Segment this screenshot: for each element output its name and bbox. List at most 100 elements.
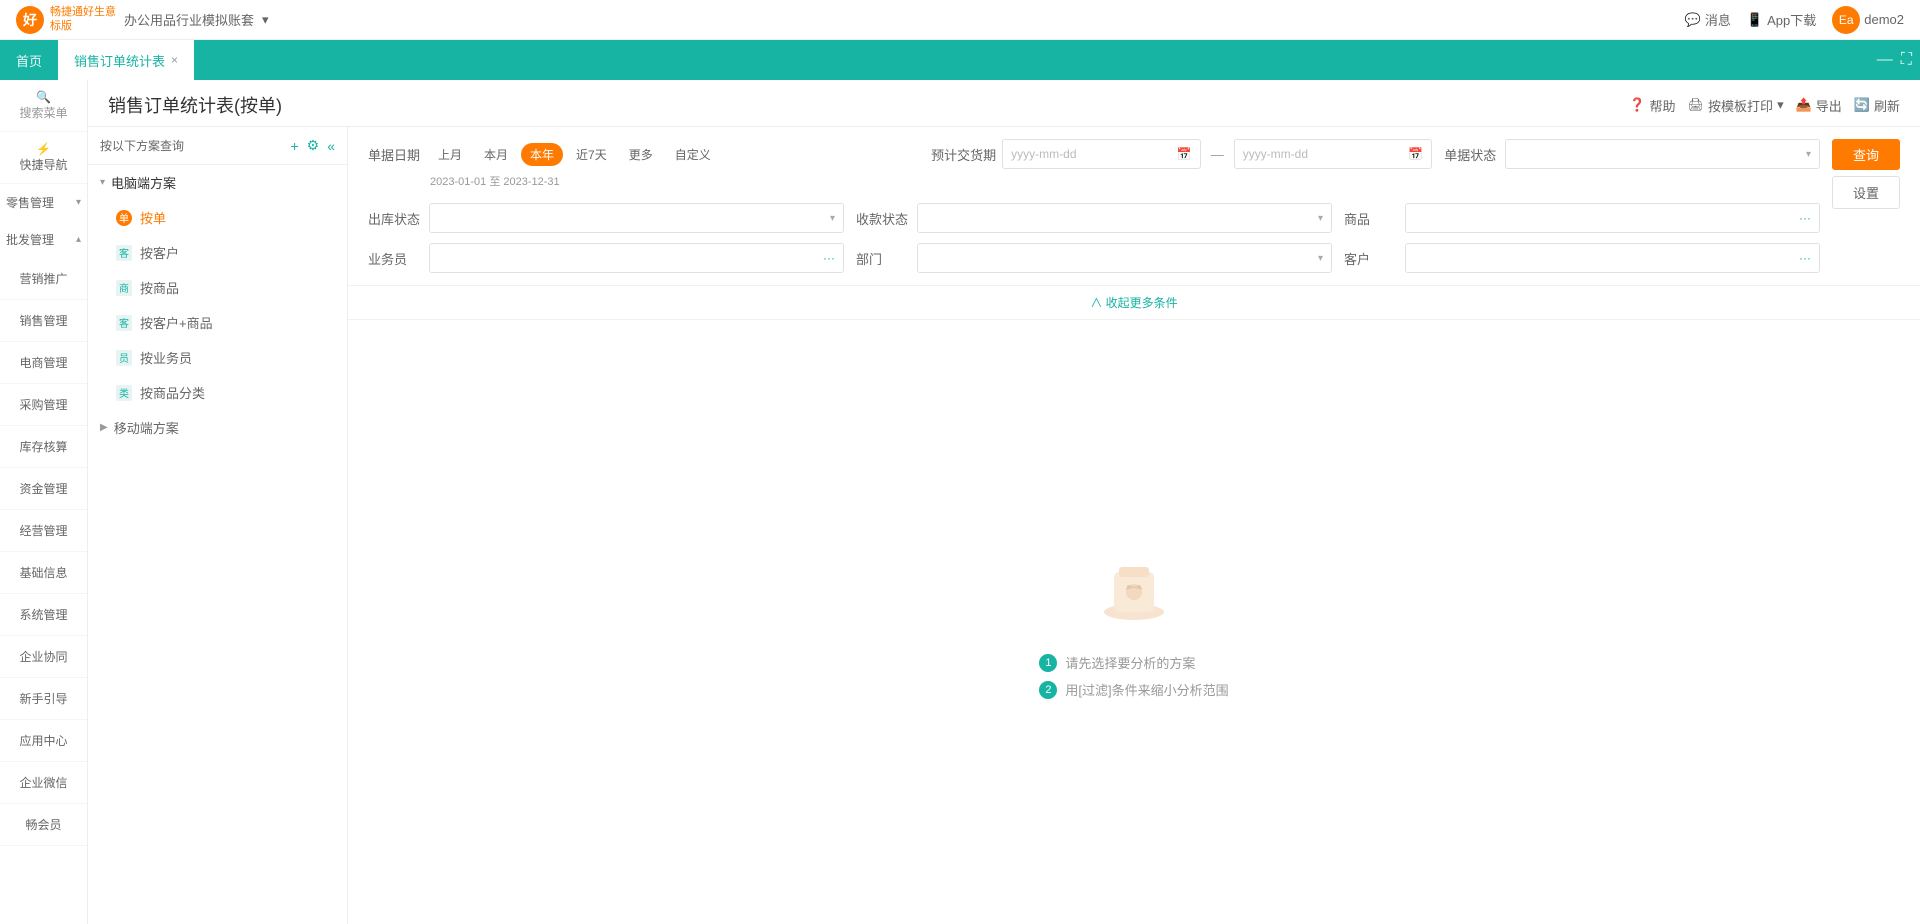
sidebar-item-membership[interactable]: 畅会员: [0, 804, 87, 846]
dots-icon3[interactable]: ···: [1799, 251, 1811, 265]
nav-icon: ⚡: [0, 142, 87, 156]
sidebar-item-ecommerce[interactable]: 电商管理: [0, 342, 87, 384]
query-button[interactable]: 查询: [1832, 139, 1900, 170]
scheme-panel: 按以下方案查询 + ⚙ « ▾ 电脑端方案 单 按单: [88, 127, 348, 924]
date-label: 单据日期: [368, 145, 423, 164]
empty-tips: 1 请先选择要分析的方案 2 用[过滤]条件来缩小分析范围: [1039, 653, 1228, 707]
tabbar-maximize-button[interactable]: ⛶: [1901, 51, 1912, 69]
sidebar-item-sales[interactable]: 销售管理: [0, 300, 87, 342]
export-button[interactable]: 📤 导出: [1796, 96, 1842, 115]
date-btn-last-month[interactable]: 上月: [429, 143, 471, 166]
page-actions: ❓ 帮助 🖨 按模板打印 ▾ 📤 导出 🔄 刷新: [1629, 96, 1900, 115]
scheme-icon-cat: 类: [116, 385, 132, 401]
sidebar-item-wechat[interactable]: 企业微信: [0, 762, 87, 804]
app-download-button[interactable]: 📱 App下载: [1747, 10, 1816, 29]
scheme-panel-title: 按以下方案查询: [100, 137, 184, 154]
sidebar-item-corp[interactable]: 企业协同: [0, 636, 87, 678]
salesperson-label: 业务员: [368, 249, 423, 268]
help-button[interactable]: ❓ 帮助: [1629, 96, 1675, 115]
message-icon: 💬: [1685, 12, 1701, 28]
sidebar-item-basic[interactable]: 基础信息: [0, 552, 87, 594]
date-btn-last-7[interactable]: 近7天: [567, 143, 616, 166]
date-btn-this-month[interactable]: 本月: [475, 143, 517, 166]
scheme-settings-button[interactable]: ⚙: [307, 137, 320, 154]
search-icon: 🔍: [0, 90, 87, 104]
topbar-title: 办公用品行业模拟账套: [124, 10, 254, 29]
scheme-icon-order: 单: [116, 210, 132, 226]
dots-icon[interactable]: ···: [1799, 211, 1811, 225]
delivery-label: 预计交货期: [931, 145, 996, 164]
scheme-mobile-section[interactable]: ▶ 移动端方案: [88, 410, 347, 445]
action-buttons: 查询 设置: [1832, 139, 1900, 209]
sidebar-item-wholesale[interactable]: 批发管理 ▴: [0, 221, 87, 258]
topbar-right: 💬 消息 📱 App下载 Ea demo2: [1685, 6, 1904, 34]
settings-button[interactable]: 设置: [1832, 176, 1900, 209]
product-input[interactable]: ···: [1405, 203, 1820, 233]
scheme-item-by-category[interactable]: 类 按商品分类: [88, 375, 347, 410]
sidebar-item-system[interactable]: 系统管理: [0, 594, 87, 636]
salesperson-input[interactable]: ···: [429, 243, 844, 273]
dots-icon2[interactable]: ···: [823, 251, 835, 265]
query-panel: 单据日期 上月 本月 本年 近7天 更多 自定义: [348, 127, 1920, 924]
content-area: 销售订单统计表(按单) ❓ 帮助 🖨 按模板打印 ▾ 📤 导出 🔄 刷新: [88, 80, 1920, 924]
product-label: 商品: [1344, 209, 1399, 228]
outbound-label: 出库状态: [368, 209, 423, 228]
scheme-icon-cust-prod: 客: [116, 315, 132, 331]
tabbar-minimize-button[interactable]: —: [1877, 51, 1893, 69]
department-label: 部门: [856, 249, 911, 268]
user-menu[interactable]: Ea demo2: [1832, 6, 1904, 34]
sidebar-nav-quick[interactable]: ⚡ 快捷导航: [0, 132, 87, 184]
scheme-icon-product: 商: [116, 280, 132, 296]
refresh-button[interactable]: 🔄 刷新: [1854, 96, 1900, 115]
scheme-item-by-product[interactable]: 商 按商品: [88, 270, 347, 305]
sidebar-item-retail[interactable]: 零售管理 ▾: [0, 184, 87, 221]
refresh-icon: 🔄: [1854, 97, 1870, 113]
tab-home[interactable]: 首页: [0, 40, 58, 80]
scheme-add-button[interactable]: +: [290, 138, 298, 154]
scheme-panel-actions: + ⚙ «: [290, 137, 335, 154]
date-btn-custom[interactable]: 自定义: [666, 143, 720, 166]
filter-row-1: 单据日期 上月 本月 本年 近7天 更多 自定义: [368, 139, 1820, 169]
sidebar-item-purchase[interactable]: 采购管理: [0, 384, 87, 426]
chevron-down-icon: ▾: [1318, 253, 1323, 264]
filter-section-inner: 单据日期 上月 本月 本年 近7天 更多 自定义: [368, 139, 1900, 273]
scheme-item-by-customer[interactable]: 客 按客户: [88, 235, 347, 270]
sidebar-item-operations[interactable]: 经营管理: [0, 510, 87, 552]
export-icon: 📤: [1796, 97, 1812, 113]
customer-input[interactable]: ···: [1405, 243, 1820, 273]
empty-tip-1: 1 请先选择要分析的方案: [1039, 653, 1228, 672]
scheme-desktop-group-header[interactable]: ▾ 电脑端方案: [88, 165, 347, 200]
scheme-item-by-order[interactable]: 单 按单: [88, 200, 347, 235]
scheme-collapse-button[interactable]: «: [327, 138, 335, 154]
sidebar-item-newbie[interactable]: 新手引导: [0, 678, 87, 720]
topbar-dropdown-icon[interactable]: ▾: [262, 12, 269, 28]
empty-tip-2: 2 用[过滤]条件来缩小分析范围: [1039, 680, 1228, 699]
date-btn-this-year[interactable]: 本年: [521, 143, 563, 166]
tab-active[interactable]: 销售订单统计表 ×: [58, 40, 194, 80]
help-icon: ❓: [1629, 97, 1645, 113]
date-range-display: 2023-01-01 至 2023-12-31: [368, 173, 1820, 189]
department-select[interactable]: ▾: [917, 243, 1332, 273]
print-dropdown-icon: ▾: [1777, 97, 1784, 113]
empty-illustration: [1084, 537, 1184, 637]
collapse-bar[interactable]: ∧ 收起更多条件: [348, 286, 1920, 320]
scheme-item-by-customer-product[interactable]: 客 按客户+商品: [88, 305, 347, 340]
status-select[interactable]: ▾: [1505, 139, 1820, 169]
scheme-item-by-salesperson[interactable]: 员 按业务员: [88, 340, 347, 375]
sidebar-item-inventory[interactable]: 库存核算: [0, 426, 87, 468]
sidebar-item-marketing[interactable]: 营销推广: [0, 258, 87, 300]
chevron-down-icon: ▾: [830, 213, 835, 224]
sidebar-item-finance[interactable]: 资金管理: [0, 468, 87, 510]
date-btn-more[interactable]: 更多: [620, 143, 662, 166]
outbound-select[interactable]: ▾: [429, 203, 844, 233]
filter-item-date: 单据日期 上月 本月 本年 近7天 更多 自定义: [368, 143, 919, 166]
delivery-date-end[interactable]: yyyy-mm-dd 📅: [1234, 139, 1433, 169]
message-button[interactable]: 💬 消息: [1685, 10, 1731, 29]
sidebar-item-app[interactable]: 应用中心: [0, 720, 87, 762]
filter-main: 按以下方案查询 + ⚙ « ▾ 电脑端方案 单 按单: [88, 127, 1920, 924]
payment-select[interactable]: ▾: [917, 203, 1332, 233]
delivery-date-start[interactable]: yyyy-mm-dd 📅: [1002, 139, 1201, 169]
template-print-button[interactable]: 🖨 按模板打印 ▾: [1688, 96, 1784, 115]
sidebar-search[interactable]: 🔍 搜索菜单: [0, 80, 87, 132]
tab-close-icon[interactable]: ×: [171, 53, 178, 67]
